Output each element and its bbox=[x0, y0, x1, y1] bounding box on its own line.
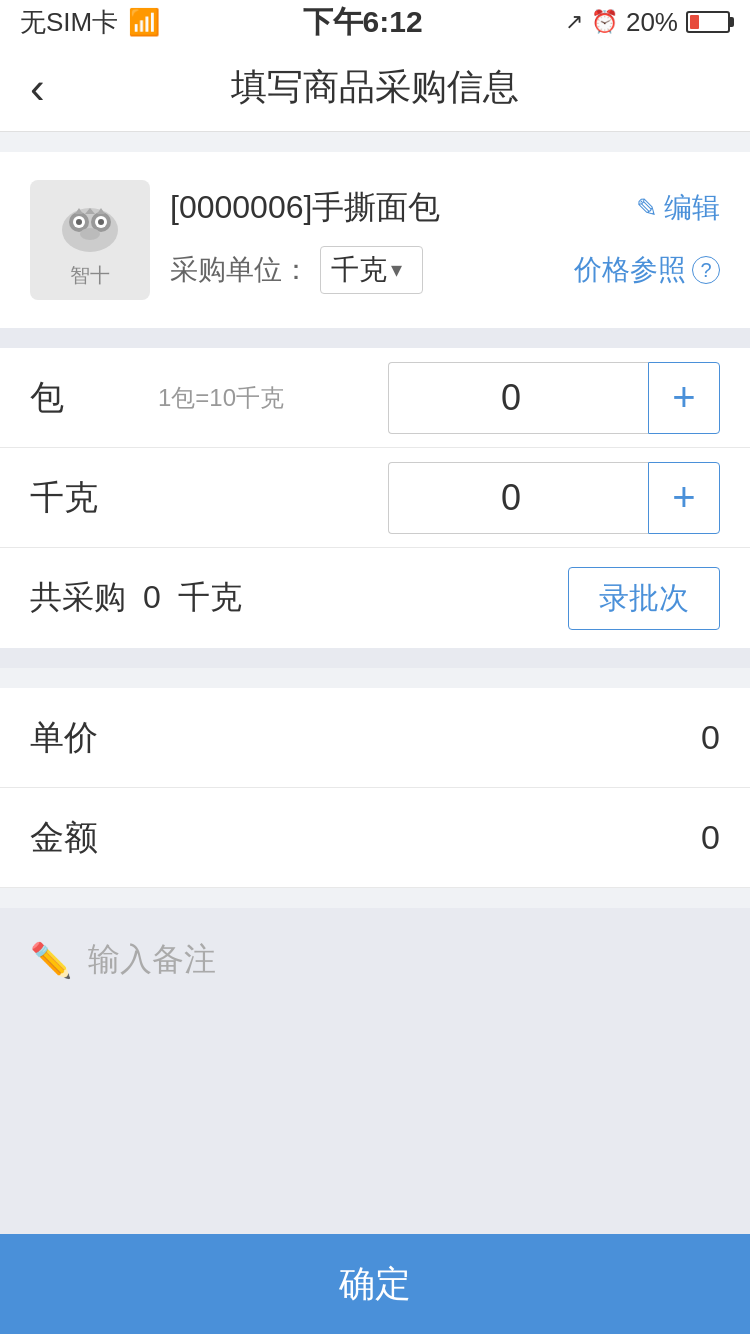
price-ref-label: 价格参照 bbox=[574, 251, 686, 289]
bao-input-right: + bbox=[388, 362, 720, 434]
owl-logo-icon bbox=[55, 192, 125, 262]
edit-label: 编辑 bbox=[664, 189, 720, 227]
summary-label: 共采购 bbox=[30, 579, 126, 615]
logo-text: 智十 bbox=[70, 262, 110, 289]
product-name: [0000006]手撕面包 bbox=[170, 186, 440, 230]
unit-select-dropdown[interactable]: 千克 ▾ bbox=[320, 246, 423, 294]
battery-icon bbox=[686, 11, 730, 33]
product-card: 智十 [0000006]手撕面包 ✎ 编辑 采购单位： 千克 ▾ 价格参照 ? bbox=[0, 152, 750, 328]
kg-label: 千克 bbox=[30, 475, 150, 521]
unit-price-value: 0 bbox=[701, 718, 720, 757]
amount-row: 金额 0 bbox=[0, 788, 750, 888]
input-section: 包 1包=10千克 + 千克 + 共采购 0 千克 录批次 bbox=[0, 348, 750, 648]
amount-value: 0 bbox=[701, 818, 720, 857]
product-image: 智十 bbox=[30, 180, 150, 300]
kg-row: 千克 + bbox=[0, 448, 750, 548]
kg-plus-button[interactable]: + bbox=[648, 462, 720, 534]
batch-button[interactable]: 录批次 bbox=[568, 567, 720, 630]
status-bar: 无SIM卡 📶 下午6:12 ↗ ⏰ 20% bbox=[0, 0, 750, 44]
product-info: [0000006]手撕面包 ✎ 编辑 采购单位： 千克 ▾ 价格参照 ? bbox=[170, 186, 720, 294]
kg-qty-input[interactable] bbox=[388, 462, 648, 534]
summary-unit: 千克 bbox=[178, 579, 242, 615]
summary-value: 0 bbox=[143, 579, 161, 615]
unit-value: 千克 bbox=[331, 251, 387, 289]
carrier-text: 无SIM卡 bbox=[20, 5, 118, 40]
info-icon: ? bbox=[692, 256, 720, 284]
summary-text: 共采购 0 千克 bbox=[30, 576, 242, 620]
pencil-icon: ✏️ bbox=[30, 940, 72, 980]
status-left: 无SIM卡 📶 bbox=[20, 5, 160, 40]
unit-price-row: 单价 0 bbox=[0, 688, 750, 788]
unit-label: 采购单位： bbox=[170, 251, 310, 289]
battery-fill bbox=[690, 15, 699, 29]
wifi-icon: 📶 bbox=[128, 7, 160, 38]
status-right: ↗ ⏰ 20% bbox=[565, 7, 730, 38]
bao-label: 包 bbox=[30, 375, 150, 421]
dropdown-arrow-icon: ▾ bbox=[391, 257, 402, 283]
back-button[interactable]: ‹ bbox=[30, 66, 45, 110]
alarm-icon: ⏰ bbox=[591, 9, 618, 35]
product-header: [0000006]手撕面包 ✎ 编辑 bbox=[170, 186, 720, 230]
bao-row: 包 1包=10千克 + bbox=[0, 348, 750, 448]
svg-point-5 bbox=[76, 219, 82, 225]
remark-placeholder: 输入备注 bbox=[88, 938, 216, 982]
battery-text: 20% bbox=[626, 7, 678, 38]
kg-input-right: + bbox=[388, 462, 720, 534]
gps-icon: ↗ bbox=[565, 9, 583, 35]
remark-section[interactable]: ✏️ 输入备注 bbox=[0, 908, 750, 1012]
bao-plus-button[interactable]: + bbox=[648, 362, 720, 434]
bao-sublabel: 1包=10千克 bbox=[158, 382, 284, 414]
section-divider-1 bbox=[0, 328, 750, 348]
svg-point-7 bbox=[80, 228, 100, 240]
section-divider-2 bbox=[0, 648, 750, 668]
confirm-button[interactable]: 确定 bbox=[0, 1234, 750, 1334]
page-title: 填写商品采购信息 bbox=[231, 63, 519, 112]
edit-button[interactable]: ✎ 编辑 bbox=[636, 189, 720, 227]
bao-qty-input[interactable] bbox=[388, 362, 648, 434]
nav-bar: ‹ 填写商品采购信息 bbox=[0, 44, 750, 132]
status-time: 下午6:12 bbox=[303, 2, 423, 43]
svg-point-6 bbox=[98, 219, 104, 225]
price-ref-button[interactable]: 价格参照 ? bbox=[574, 251, 720, 289]
unit-row: 采购单位： 千克 ▾ bbox=[170, 246, 423, 294]
info-section: 单价 0 金额 0 bbox=[0, 688, 750, 888]
amount-label: 金额 bbox=[30, 815, 98, 861]
product-meta: 采购单位： 千克 ▾ 价格参照 ? bbox=[170, 246, 720, 294]
summary-row: 共采购 0 千克 录批次 bbox=[0, 548, 750, 648]
edit-icon: ✎ bbox=[636, 193, 658, 224]
unit-price-label: 单价 bbox=[30, 715, 98, 761]
